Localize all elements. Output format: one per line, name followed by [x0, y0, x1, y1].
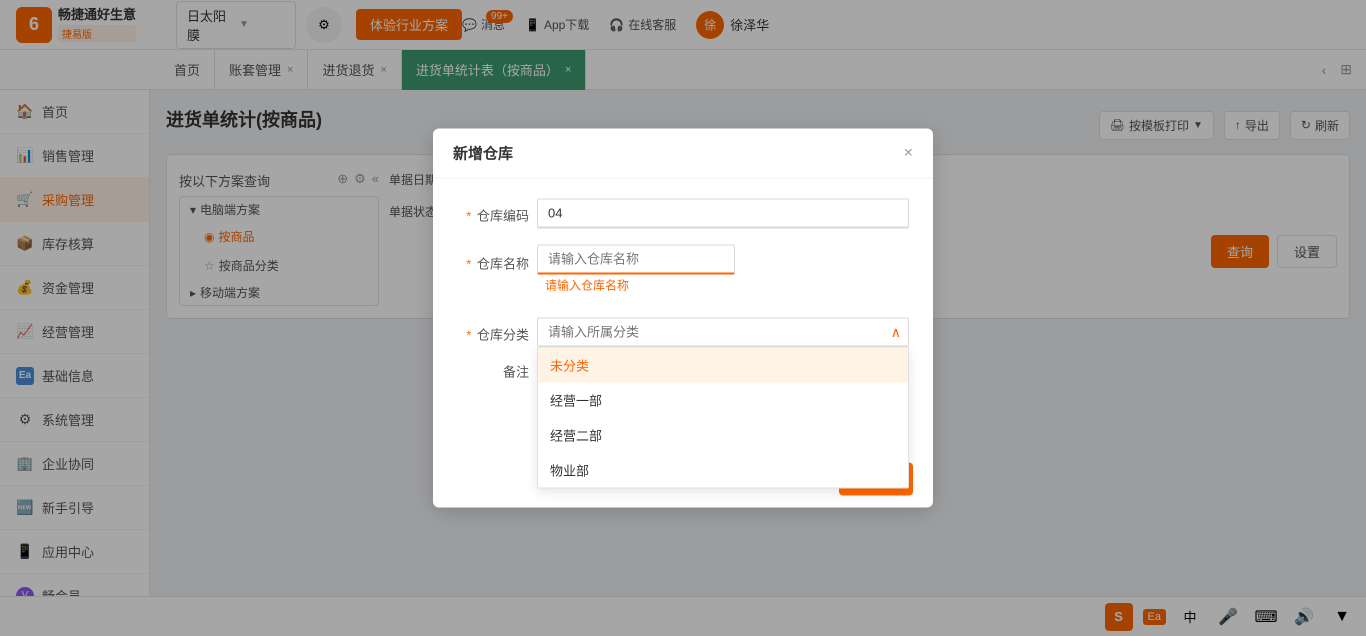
remark-label: 备注 [457, 355, 537, 381]
category-dropdown: 未分类 经营一部 经营二部 物业部 [537, 347, 909, 489]
required-star-code: * [466, 209, 471, 224]
required-star-category: * [466, 328, 471, 343]
modal-close-btn[interactable]: × [904, 144, 913, 162]
modal-body: * 仓库编码 * 仓库名称 请输入仓库名称 * [433, 179, 933, 451]
form-row-category: * 仓库分类 ∧ 未分类 经营一部 经营二部 物业部 [457, 318, 909, 347]
category-input[interactable] [537, 318, 909, 347]
new-warehouse-modal: 新增仓库 × * 仓库编码 * 仓库名称 请输入仓库名称 [433, 129, 933, 508]
code-label: * 仓库编码 [457, 199, 537, 225]
form-row-code: * 仓库编码 [457, 199, 909, 229]
category-label: * 仓库分类 [457, 318, 537, 344]
name-input-wrapper [537, 245, 735, 275]
dropdown-item-0[interactable]: 未分类 [538, 348, 908, 383]
category-select-wrapper: ∧ 未分类 经营一部 经营二部 物业部 [537, 318, 909, 347]
dropdown-item-2[interactable]: 经营二部 [538, 418, 908, 453]
name-error-row: 请输入仓库名称 [545, 277, 629, 294]
name-label: * 仓库名称 [457, 247, 537, 273]
dropdown-item-1[interactable]: 经营一部 [538, 383, 908, 418]
form-row-name: * 仓库名称 请输入仓库名称 [457, 245, 909, 294]
modal-header: 新增仓库 × [433, 129, 933, 179]
form-name-inner: * 仓库名称 [457, 245, 735, 275]
warehouse-code-input[interactable] [537, 199, 909, 229]
modal-title: 新增仓库 [453, 143, 513, 164]
dropdown-item-3[interactable]: 物业部 [538, 453, 908, 488]
name-error-msg: 请输入仓库名称 [545, 277, 629, 294]
category-arrow-icon[interactable]: ∧ [891, 324, 901, 341]
required-star-name: * [466, 257, 471, 272]
warehouse-name-input[interactable] [537, 245, 735, 275]
